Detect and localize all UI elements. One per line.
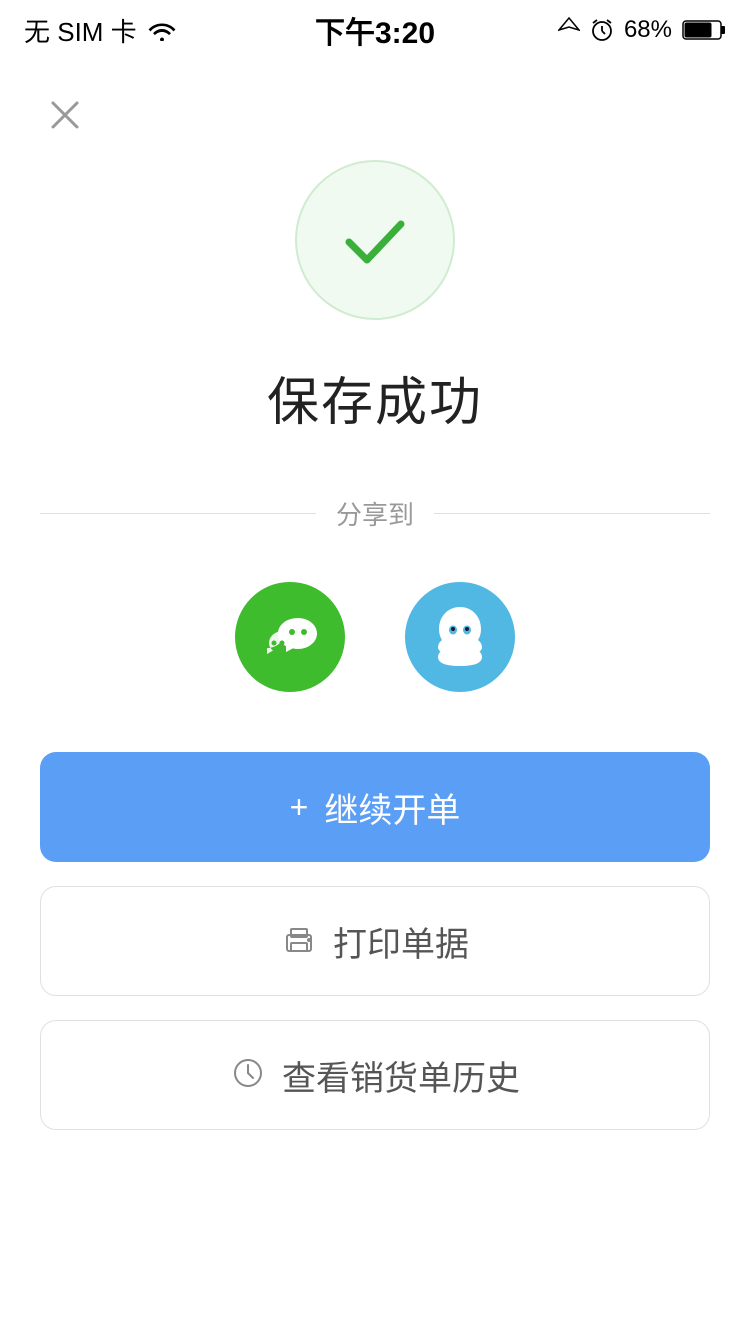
status-right: 68% <box>558 16 726 44</box>
printer-icon <box>281 921 317 962</box>
continue-order-label: 继续开单 <box>324 783 460 832</box>
success-circle <box>295 160 455 320</box>
history-icon <box>230 1055 266 1096</box>
checkmark-icon <box>335 200 415 280</box>
share-section: 分享到 <box>40 495 710 692</box>
sim-status: 无 SIM 卡 <box>24 12 137 49</box>
wechat-share-button[interactable] <box>235 582 345 692</box>
action-buttons: + 继续开单 打印单据 查看销货单历史 <box>40 752 710 1130</box>
wechat-icon <box>256 608 324 666</box>
view-history-label: 查看销货单历史 <box>282 1051 520 1100</box>
view-history-button[interactable]: 查看销货单历史 <box>40 1020 710 1130</box>
status-bar: 无 SIM 卡 下午3:20 68% <box>0 0 750 60</box>
status-time: 下午3:20 <box>315 8 435 52</box>
continue-order-button[interactable]: + 继续开单 <box>40 752 710 862</box>
share-divider: 分享到 <box>40 495 710 532</box>
battery-icon <box>682 19 726 41</box>
main-content: 保存成功 分享到 <box>0 60 750 1334</box>
wifi-icon <box>147 19 177 41</box>
qq-icon <box>426 601 494 673</box>
print-receipt-button[interactable]: 打印单据 <box>40 886 710 996</box>
plus-icon: + <box>290 791 309 823</box>
close-button[interactable] <box>40 90 90 140</box>
alarm-icon <box>590 17 614 43</box>
location-icon <box>558 17 580 43</box>
share-label: 分享到 <box>336 495 414 532</box>
divider-right <box>434 513 710 514</box>
success-title: 保存成功 <box>267 360 483 435</box>
divider-left <box>40 513 316 514</box>
print-receipt-label: 打印单据 <box>333 917 469 966</box>
status-left: 无 SIM 卡 <box>24 12 177 49</box>
share-icons <box>235 582 515 692</box>
qq-share-button[interactable] <box>405 582 515 692</box>
battery-percentage: 68% <box>624 16 672 44</box>
